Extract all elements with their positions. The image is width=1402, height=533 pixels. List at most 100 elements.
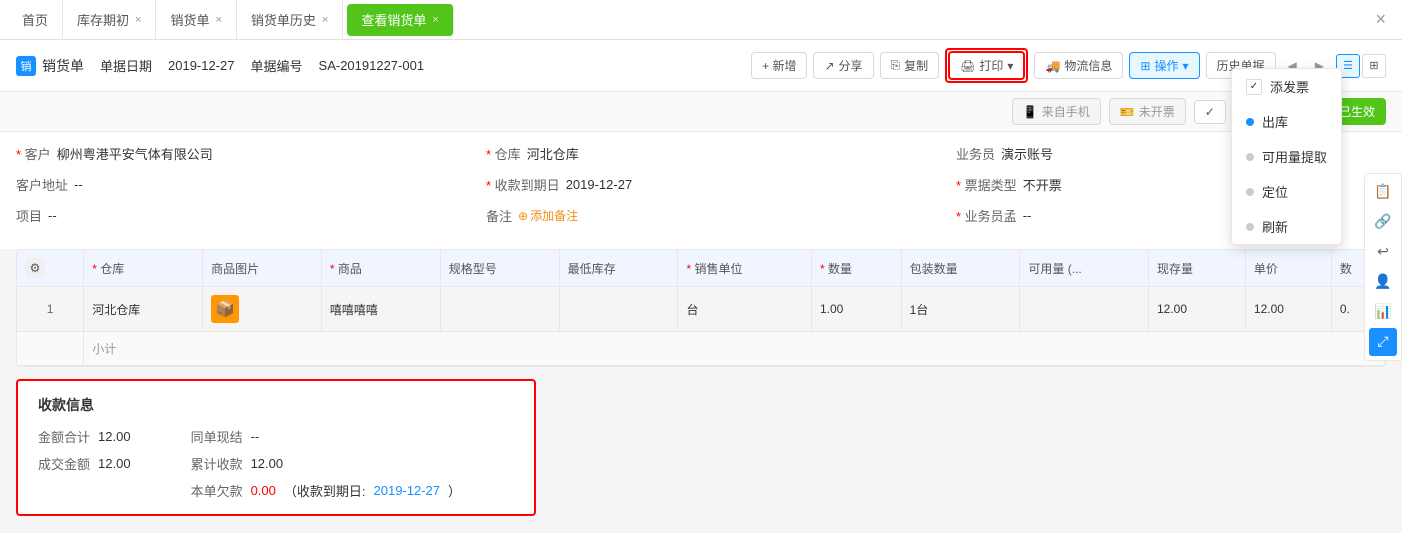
row-warehouse: 河北仓库 [84, 287, 203, 332]
summary-title: 收款信息 [38, 395, 514, 415]
sidebar-chart-icon[interactable]: 📊 [1369, 298, 1397, 326]
tab-inventory-close[interactable]: × [135, 14, 141, 26]
transaction-amount-val: 12.00 [98, 456, 131, 471]
summary-box: 收款信息 金额合计 12.00 成交金额 12.00 同单现结 -- [16, 379, 536, 516]
doc-title-text: 销货单 [42, 56, 84, 76]
tab-inventory-label: 库存期初 [77, 10, 129, 29]
copy-button[interactable]: ⎘ 复制 [880, 52, 940, 79]
window-close-button[interactable]: × [1367, 9, 1394, 30]
tab-sales-history[interactable]: 销货单历史 × [237, 0, 343, 40]
form-row-3: 项目 -- 备注 ⊕ 添加备注 业务员孟 -- [16, 206, 1386, 225]
customer-value: 柳州粤港平安气体有限公司 [57, 144, 213, 163]
operations-label: 操作 [1154, 57, 1178, 74]
print-button[interactable]: 🖨 打印 ▾ [948, 51, 1025, 80]
tab-sales[interactable]: 销货单 × [156, 0, 236, 40]
row-image: 📦 [203, 287, 322, 332]
product-thumbnail: 📦 [211, 295, 239, 323]
share-button[interactable]: ↗ 分享 [813, 52, 873, 79]
row-package-qty: 1台 [901, 287, 1020, 332]
owed-label: 本单欠款 [191, 481, 243, 500]
print-label: 打印 [979, 57, 1003, 74]
dropdown-outbound[interactable]: 出库 [1232, 104, 1341, 139]
radio-dot-refresh-icon [1246, 223, 1254, 231]
date-value: 2019-12-27 [168, 58, 235, 73]
dropdown-add-invoice-label: 添发票 [1270, 77, 1309, 96]
radio-dot-empty-icon [1246, 153, 1254, 161]
logistics-button[interactable]: 🚚 物流信息 [1034, 52, 1123, 79]
dropdown-locate[interactable]: 定位 [1232, 174, 1341, 209]
note-field: 备注 ⊕ 添加备注 [486, 206, 916, 225]
form-section: 客户 柳州粤港平安气体有限公司 仓库 河北仓库 业务员 演示账号 客户地址 --… [0, 132, 1402, 249]
doc-icon: 销 [16, 56, 36, 76]
dropdown-refresh-label: 刷新 [1262, 217, 1288, 236]
gear-icon[interactable]: ⚙ [25, 258, 45, 278]
share-icon: ↗ [824, 59, 834, 73]
add-note-btn[interactable]: ⊕ 添加备注 [518, 207, 578, 224]
same-order-settle-label: 同单现结 [191, 427, 243, 446]
not-opened-btn[interactable]: 🎫 未开票 [1109, 98, 1186, 125]
row-spec [440, 287, 559, 332]
warehouse-field: 仓库 河北仓库 [486, 144, 916, 163]
sidebar-expand-icon[interactable]: ⤢ [1369, 328, 1397, 356]
dropdown-available-qty[interactable]: 可用量提取 [1232, 139, 1341, 174]
confirm-btn[interactable]: ✓ [1194, 100, 1226, 124]
already-effective-label: 已生效 [1339, 103, 1375, 120]
view-grid-icon[interactable]: ⊞ [1362, 54, 1386, 78]
checkbox-icon: ✓ [1246, 79, 1262, 95]
from-mobile-label: 来自手机 [1042, 103, 1090, 120]
right-sidebar: 📋 🔗 ↩ 👤 📊 ⤢ [1364, 173, 1402, 361]
row-quantity: 1.00 [811, 287, 901, 332]
tab-inventory[interactable]: 库存期初 × [63, 0, 156, 40]
cumulative-receipt-label: 累计收款 [191, 454, 243, 473]
doc-header: 销 销货单 单据日期 2019-12-27 单据编号 SA-20191227-0… [0, 40, 1402, 92]
summary-section: 收款信息 金额合计 12.00 成交金额 12.00 同单现结 -- [0, 367, 1402, 528]
print-highlight-box: 🖨 打印 ▾ [945, 48, 1028, 83]
sales-staff-value: -- [1023, 208, 1032, 223]
number-value: SA-20191227-001 [319, 58, 425, 73]
logistics-label: 物流信息 [1064, 57, 1112, 74]
ticket-type-label: 票据类型 [956, 175, 1017, 194]
summary-col-1: 金额合计 12.00 成交金额 12.00 [38, 427, 131, 500]
row-unit-price: 12.00 [1245, 287, 1331, 332]
new-button[interactable]: + 新增 [751, 52, 807, 79]
sidebar-doc-icon[interactable]: 📋 [1369, 178, 1397, 206]
sidebar-back-icon[interactable]: ↩ [1369, 238, 1397, 266]
sidebar-link-icon[interactable]: 🔗 [1369, 208, 1397, 236]
confirm-icon: ✓ [1205, 105, 1215, 119]
row-index: 1 [17, 287, 84, 332]
operations-button[interactable]: ⊞ 操作 ▾ [1129, 52, 1199, 79]
form-row-1: 客户 柳州粤港平安气体有限公司 仓库 河北仓库 业务员 演示账号 [16, 144, 1386, 163]
col-gear[interactable]: ⚙ [17, 250, 84, 287]
cumulative-receipt-val: 12.00 [251, 456, 284, 471]
summary-col-2: 同单现结 -- 累计收款 12.00 本单欠款 0.00 （收款到期日: 201… [191, 427, 461, 500]
staff-label: 业务员 [956, 144, 995, 163]
due-date-label: 收款到期日 [486, 175, 560, 194]
date-label: 单据日期 [100, 56, 152, 75]
tab-sales-close[interactable]: × [215, 14, 221, 26]
dropdown-refresh[interactable]: 刷新 [1232, 209, 1341, 244]
address-field: 客户地址 -- [16, 175, 446, 194]
dropdown-available-qty-label: 可用量提取 [1262, 147, 1327, 166]
product-table-container: ⚙ 仓库 商品图片 商品 规格型号 最低库存 销售单位 数量 包装数量 可用量 … [16, 249, 1386, 367]
dropdown-add-invoice[interactable]: ✓ 添发票 [1232, 69, 1341, 104]
subtotal-row: 小计 [17, 332, 1385, 366]
col-current-stock: 现存量 [1148, 250, 1245, 287]
staff-value: 演示账号 [1001, 144, 1053, 163]
print-dropdown-arrow[interactable]: ▾ [1007, 59, 1013, 73]
tab-view-sales-close[interactable]: × [432, 14, 438, 26]
warehouse-label: 仓库 [486, 144, 521, 163]
tab-home[interactable]: 首页 [8, 0, 63, 40]
address-value: -- [74, 177, 83, 192]
add-note-label: 添加备注 [530, 207, 578, 224]
operations-dropdown: ✓ 添发票 出库 可用量提取 定位 刷新 [1231, 68, 1342, 245]
tab-sales-history-close[interactable]: × [322, 14, 328, 26]
cumulative-receipt-row: 累计收款 12.00 [191, 454, 461, 473]
same-order-settle-row: 同单现结 -- [191, 427, 461, 446]
number-label: 单据编号 [251, 56, 303, 75]
tab-view-sales[interactable]: 查看销货单 × [347, 4, 453, 36]
subtotal-text: 小计 [84, 332, 1385, 366]
from-mobile-btn[interactable]: 📱 来自手机 [1012, 98, 1101, 125]
add-note-icon: ⊕ [518, 209, 528, 223]
sidebar-user-icon[interactable]: 👤 [1369, 268, 1397, 296]
radio-dot-icon [1246, 118, 1254, 126]
